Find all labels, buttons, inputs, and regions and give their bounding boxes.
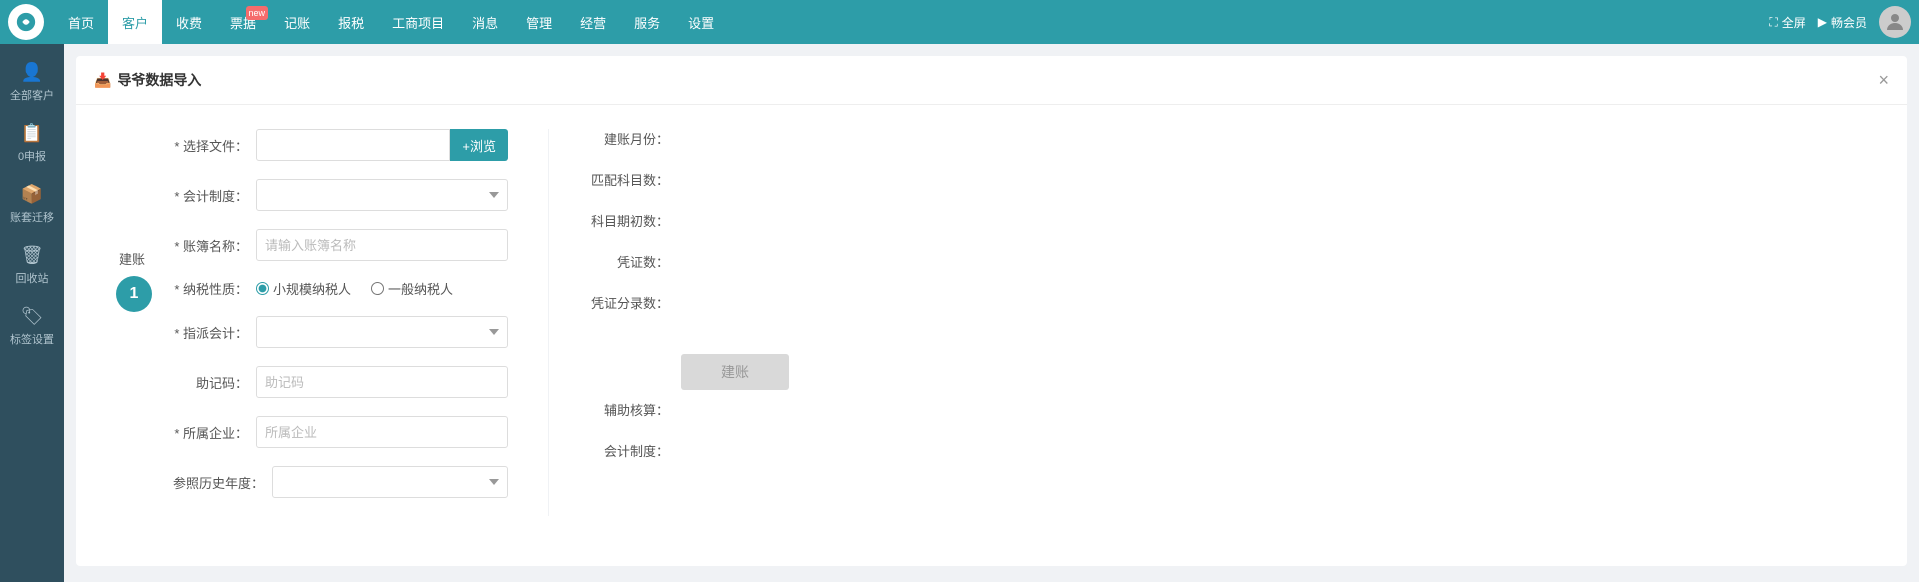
accounting-system-row: * 会计制度：	[168, 179, 508, 211]
ref-year-row: 参照历史年度：	[168, 466, 508, 498]
info-accounting-system-row: 会计制度：	[569, 441, 1867, 460]
play-icon: ▶	[1818, 15, 1827, 29]
logo	[8, 4, 44, 40]
file-input[interactable]	[256, 129, 450, 161]
tax-type-radio-group: 小规模纳税人 一般纳税人	[256, 279, 508, 298]
radio-small[interactable]: 小规模纳税人	[256, 279, 351, 298]
build-account-button[interactable]: 建账	[681, 354, 789, 390]
info-voucher-row: 凭证数：	[569, 252, 1867, 271]
nav-item-工商项目[interactable]: 工商项目	[378, 0, 458, 44]
tax-type-row: * 纳税性质： 小规模纳税人 一般纳税人	[168, 279, 508, 298]
nav-items: 首页客户收费票据new记账报税工商项目消息管理经营服务设置	[54, 0, 1769, 44]
accounting-system-select[interactable]	[256, 179, 508, 211]
info-month-row: 建账月份：	[569, 129, 1867, 148]
info-section: 建账月份： 匹配科目数： 科目期初数： 凭证数：	[548, 129, 1867, 516]
nav-item-设置[interactable]: 设置	[674, 0, 728, 44]
nav-item-报税[interactable]: 报税	[324, 0, 378, 44]
nav-item-票据[interactable]: 票据new	[216, 0, 270, 44]
dialog-body: 建账 1 * 选择文件： +浏览	[76, 105, 1907, 540]
fullscreen-icon: ⛶	[1769, 15, 1777, 30]
dialog-title: 📥 导爷数据导入	[94, 70, 201, 90]
assign-accountant-label: * 指派会计：	[168, 323, 248, 342]
memo-code-row: 助记码：	[168, 366, 508, 398]
radio-general[interactable]: 一般纳税人	[371, 279, 453, 298]
company-row: * 所属企业：	[168, 416, 508, 448]
form-fields: * 选择文件： +浏览 * 会计制度：	[168, 129, 508, 516]
info-voucher-entries-row: 凭证分录数：	[569, 293, 1867, 312]
accounting-system-label: * 会计制度：	[168, 186, 248, 205]
assign-accountant-select[interactable]	[256, 316, 508, 348]
sidebar-icon-2: 📦	[21, 184, 43, 205]
sidebar-icon-0: 👤	[21, 62, 43, 83]
info-voucher-entries-label: 凭证分录数：	[569, 293, 669, 312]
main-layout: 👤 全部客户 📋 0申报 📦 账套迁移 🗑 回收站 🏷 标签设置 📥 导爷数据导入 × 建账 1	[0, 44, 1919, 582]
sidebar-icon-1: 📋	[21, 123, 43, 144]
nav-item-服务[interactable]: 服务	[620, 0, 674, 44]
fullscreen-label: 全屏	[1782, 14, 1806, 31]
ledger-name-label: * 账簿名称：	[168, 236, 248, 255]
radio-input-general[interactable]	[371, 282, 384, 295]
member-button[interactable]: ▶ 畅会员	[1818, 14, 1867, 31]
close-button[interactable]: ×	[1878, 71, 1889, 89]
company-input[interactable]	[256, 416, 508, 448]
assign-accountant-row: * 指派会计：	[168, 316, 508, 348]
file-input-group: +浏览	[256, 129, 508, 161]
user-avatar[interactable]	[1879, 6, 1911, 38]
nav-item-经营[interactable]: 经营	[566, 0, 620, 44]
nav-item-收费[interactable]: 收费	[162, 0, 216, 44]
info-match-row: 匹配科目数：	[569, 170, 1867, 189]
top-nav: 首页客户收费票据new记账报税工商项目消息管理经营服务设置 ⛶ 全屏 ▶ 畅会员	[0, 0, 1919, 44]
memo-code-label: 助记码：	[168, 373, 248, 392]
info-auxiliary-row: 辅助核算：	[569, 400, 1867, 419]
info-initial-label: 科目期初数：	[569, 211, 669, 230]
company-label: * 所属企业：	[168, 423, 248, 442]
nav-right: ⛶ 全屏 ▶ 畅会员	[1769, 6, 1911, 38]
tax-type-label: * 纳税性质：	[168, 279, 248, 298]
form-section: 建账 1 * 选择文件： +浏览	[116, 129, 508, 516]
dialog-title-text: 导爷数据导入	[117, 70, 201, 90]
ledger-name-input[interactable]	[256, 229, 508, 261]
radio-input-small[interactable]	[256, 282, 269, 295]
browse-button[interactable]: +浏览	[450, 129, 508, 161]
ref-year-label: 参照历史年度：	[168, 473, 264, 492]
dialog-card: 📥 导爷数据导入 × 建账 1 * 选择文件：	[76, 56, 1907, 566]
info-voucher-label: 凭证数：	[569, 252, 669, 271]
info-initial-row: 科目期初数：	[569, 211, 1867, 230]
file-label: * 选择文件：	[168, 136, 248, 155]
sidebar-icon-4: 🏷	[21, 306, 44, 327]
nav-item-记账[interactable]: 记账	[270, 0, 324, 44]
nav-item-管理[interactable]: 管理	[512, 0, 566, 44]
info-accounting-system-label: 会计制度：	[569, 441, 669, 460]
sidebar-label-3: 回收站	[16, 270, 49, 286]
sidebar-item-3[interactable]: 🗑 回收站	[0, 235, 64, 296]
nav-item-首页[interactable]: 首页	[54, 0, 108, 44]
sidebar-label-2: 账套迁移	[10, 209, 54, 225]
sidebar-item-2[interactable]: 📦 账套迁移	[0, 174, 64, 235]
sidebar-item-4[interactable]: 🏷 标签设置	[0, 296, 64, 357]
info-month-label: 建账月份：	[569, 129, 669, 148]
memo-code-input[interactable]	[256, 366, 508, 398]
sidebar-icon-3: 🗑	[21, 245, 44, 266]
step-label: 建账	[119, 249, 145, 268]
info-auxiliary-label: 辅助核算：	[569, 400, 669, 419]
sidebar: 👤 全部客户 📋 0申报 📦 账套迁移 🗑 回收站 🏷 标签设置	[0, 44, 64, 582]
fullscreen-button[interactable]: ⛶ 全屏	[1769, 14, 1805, 31]
dialog-header: 📥 导爷数据导入 ×	[76, 56, 1907, 105]
import-icon: 📥	[94, 72, 111, 89]
content-area: 📥 导爷数据导入 × 建账 1 * 选择文件：	[64, 44, 1919, 582]
info-match-label: 匹配科目数：	[569, 170, 669, 189]
nav-item-客户[interactable]: 客户	[108, 0, 162, 44]
sidebar-item-0[interactable]: 👤 全部客户	[0, 52, 64, 113]
sidebar-label-0: 全部客户	[10, 87, 54, 103]
file-row: * 选择文件： +浏览	[168, 129, 508, 161]
member-label: 畅会员	[1831, 14, 1867, 31]
ledger-name-row: * 账簿名称：	[168, 229, 508, 261]
sidebar-label-4: 标签设置	[10, 331, 54, 347]
nav-badge-票据: new	[246, 6, 269, 20]
ref-year-select[interactable]	[272, 466, 508, 498]
sidebar-item-1[interactable]: 📋 0申报	[0, 113, 64, 174]
nav-item-消息[interactable]: 消息	[458, 0, 512, 44]
sidebar-label-1: 0申报	[18, 148, 46, 164]
step-badge: 1	[116, 276, 152, 312]
